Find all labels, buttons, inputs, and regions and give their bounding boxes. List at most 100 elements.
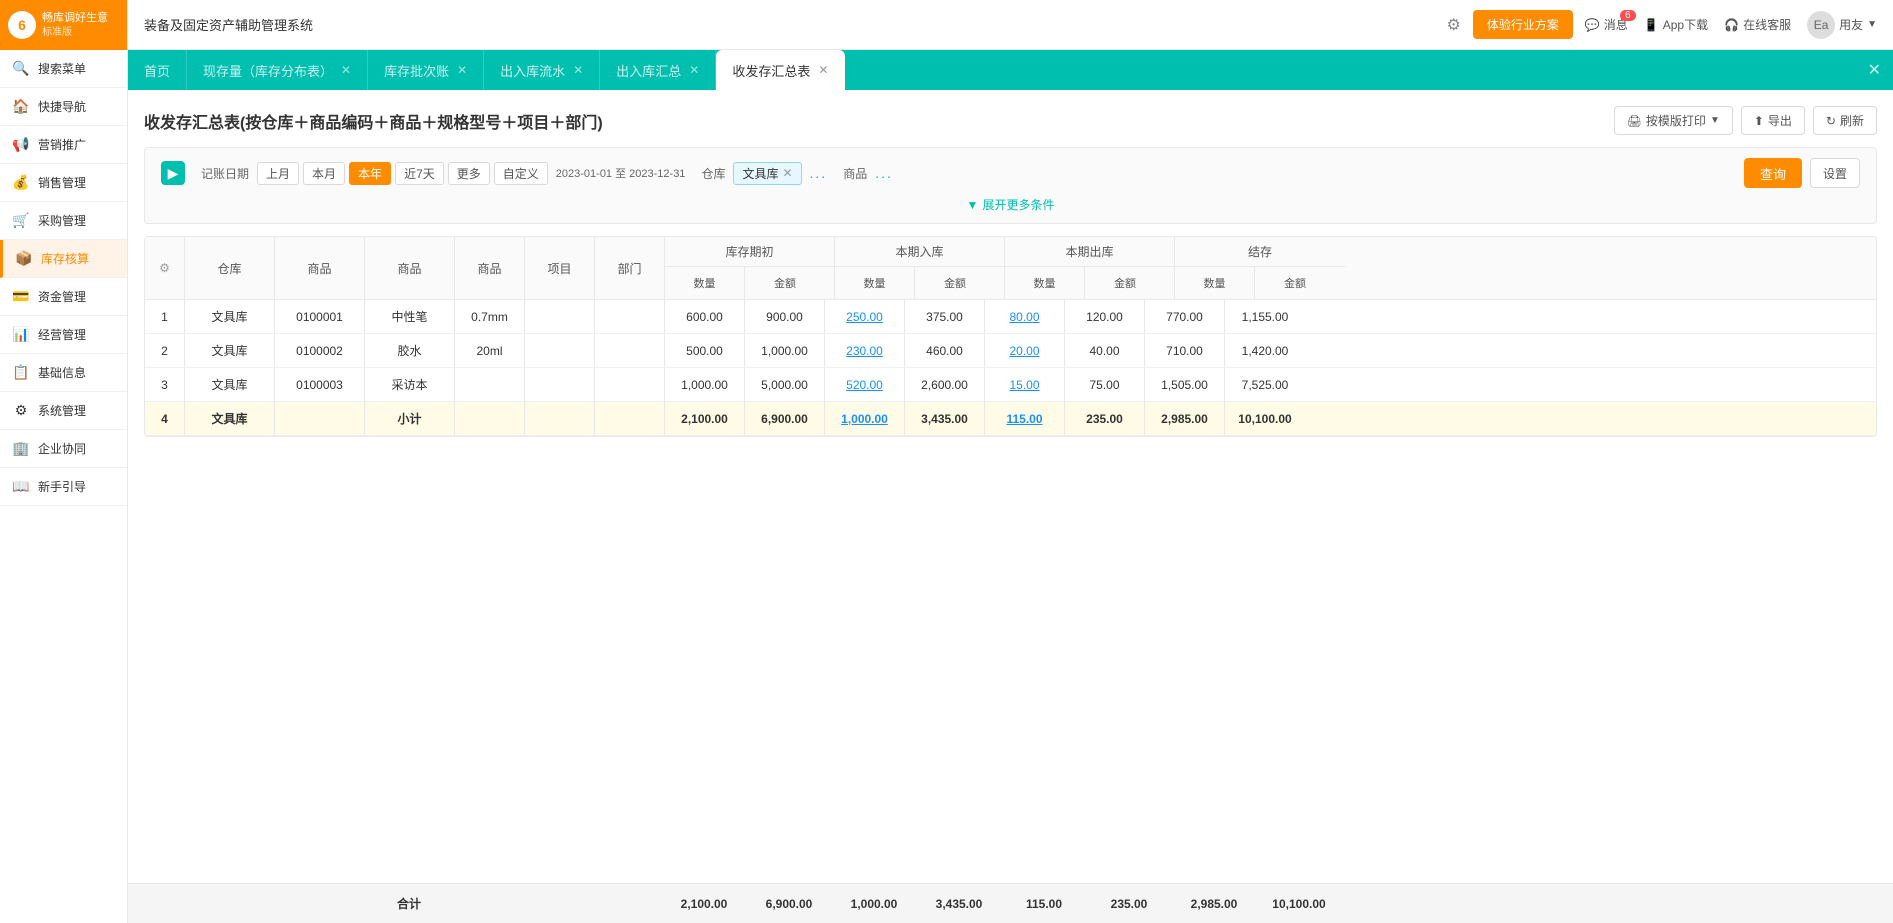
goods-ellipsis[interactable]: ... xyxy=(875,165,893,181)
td-warehouse: 文具库 xyxy=(185,368,275,401)
td-opening-qty: 1,000.00 xyxy=(665,368,745,401)
td-opening-qty: 2,100.00 xyxy=(665,402,745,435)
td-closing-qty: 1,505.00 xyxy=(1145,368,1225,401)
date-btn-more[interactable]: 更多 xyxy=(448,162,490,185)
sidebar-item-finance[interactable]: 💳 资金管理 xyxy=(0,278,127,316)
message-icon: 💬 xyxy=(1585,18,1600,32)
td-name: 胶水 xyxy=(365,334,455,367)
date-btn-this-year[interactable]: 本年 xyxy=(349,162,391,185)
finance-icon: 💳 xyxy=(12,288,30,305)
date-btn-last-month[interactable]: 上月 xyxy=(257,162,299,185)
th-code: 商品 xyxy=(275,237,365,299)
sidebar-item-enterprise[interactable]: 🏢 企业协同 xyxy=(0,430,127,468)
date-btn-this-month[interactable]: 本月 xyxy=(303,162,345,185)
tab-inventory-dist[interactable]: 现存量（库存分布表） ✕ xyxy=(187,50,368,90)
td-dept xyxy=(595,300,665,333)
filter-bar: ▶ 记账日期 上月 本月 本年 近7天 更多 自定义 2023-01-01 至 … xyxy=(144,147,1877,224)
th-out-group: 本期出库 xyxy=(1005,237,1174,267)
tab-close-batch-ledger[interactable]: ✕ xyxy=(457,63,467,77)
user-menu[interactable]: Ea 用友 ▼ xyxy=(1807,11,1877,39)
print-button[interactable]: 🖨 按模版打印 ▼ xyxy=(1614,106,1733,135)
warehouse-label: 仓库 xyxy=(701,165,725,182)
date-range: 2023-01-01 至 2023-12-31 xyxy=(556,165,686,181)
sidebar-item-guide[interactable]: 📖 新手引导 xyxy=(0,468,127,506)
sidebar-item-operation[interactable]: 📊 经营管理 xyxy=(0,316,127,354)
td-code: 0100003 xyxy=(275,368,365,401)
td-closing-amt: 1,155.00 xyxy=(1225,300,1305,333)
guide-icon: 📖 xyxy=(12,478,30,495)
td-out-qty[interactable]: 115.00 xyxy=(985,402,1065,435)
td-in-qty[interactable]: 230.00 xyxy=(825,334,905,367)
tabbar: 首页 现存量（库存分布表） ✕ 库存批次账 ✕ 出入库流水 ✕ 出入库汇总 ✕ … xyxy=(128,50,1893,90)
tab-inout-summary[interactable]: 出入库汇总 ✕ xyxy=(600,50,716,90)
filter-main-row: ▶ 记账日期 上月 本月 本年 近7天 更多 自定义 2023-01-01 至 … xyxy=(161,158,1860,188)
td-code: 0100002 xyxy=(275,334,365,367)
td-project xyxy=(525,300,595,333)
sidebar-item-marketing[interactable]: 📢 营销推广 xyxy=(0,126,127,164)
sidebar-item-purchase[interactable]: 🛒 采购管理 xyxy=(0,202,127,240)
online-service-button[interactable]: 🎧 在线客服 xyxy=(1724,16,1791,33)
td-out-qty[interactable]: 15.00 xyxy=(985,368,1065,401)
page-content: 收发存汇总表(按仓库＋商品编码＋商品＋规格型号＋项目＋部门) 🖨 按模版打印 ▼… xyxy=(128,90,1893,883)
warehouse-ellipsis[interactable]: ... xyxy=(810,165,828,181)
filter-toggle-button[interactable]: ▶ xyxy=(161,161,185,185)
sidebar-item-quick-nav[interactable]: 🏠 快捷导航 xyxy=(0,88,127,126)
td-closing-amt: 7,525.00 xyxy=(1225,368,1305,401)
tab-close-inout-flow[interactable]: ✕ xyxy=(573,63,583,77)
tab-home[interactable]: 首页 xyxy=(128,50,187,90)
sidebar-item-system[interactable]: ⚙ 系统管理 xyxy=(0,392,127,430)
footer-empty2 xyxy=(184,896,274,912)
query-button[interactable]: 查询 xyxy=(1744,158,1802,188)
td-index: 1 xyxy=(145,300,185,333)
td-warehouse: 文具库 xyxy=(185,402,275,435)
td-opening-amt: 6,900.00 xyxy=(745,402,825,435)
th-opening-amt: 金额 xyxy=(745,267,825,299)
td-out-amt: 75.00 xyxy=(1065,368,1145,401)
tab-inout-flow[interactable]: 出入库流水 ✕ xyxy=(484,50,600,90)
logo-icon: 6 xyxy=(8,11,36,39)
home-icon: 🏠 xyxy=(12,98,30,115)
td-in-qty[interactable]: 250.00 xyxy=(825,300,905,333)
sidebar-item-inventory[interactable]: 📦 库存核算 xyxy=(0,240,127,278)
td-in-qty[interactable]: 1,000.00 xyxy=(825,402,905,435)
td-out-qty[interactable]: 20.00 xyxy=(985,334,1065,367)
filter-expand-button[interactable]: ▼ 展开更多条件 xyxy=(967,196,1055,213)
sidebar-item-search-menu[interactable]: 🔍 搜索菜单 xyxy=(0,50,127,88)
table-settings-icon[interactable]: ⚙ xyxy=(145,237,185,299)
page-actions: 🖨 按模版打印 ▼ ⬆ 导出 ↻ 刷新 xyxy=(1614,106,1877,135)
tab-close-receive-send-summary[interactable]: ✕ xyxy=(818,63,828,77)
td-out-qty[interactable]: 80.00 xyxy=(985,300,1065,333)
td-in-qty[interactable]: 520.00 xyxy=(825,368,905,401)
settings-icon[interactable]: ⚙ xyxy=(1446,15,1460,35)
page-footer: 合计 2,100.00 6,900.00 1,000.00 3,435.00 1… xyxy=(128,883,1893,923)
tab-receive-send-summary[interactable]: 收发存汇总表 ✕ xyxy=(716,50,845,90)
filter-date-section: 记账日期 上月 本月 本年 近7天 更多 自定义 2023-01-01 至 20… xyxy=(201,162,685,185)
messages-badge: 6 xyxy=(1620,10,1636,21)
td-dept xyxy=(595,402,665,435)
tab-close-inout-summary[interactable]: ✕ xyxy=(689,63,699,77)
td-opening-qty: 500.00 xyxy=(665,334,745,367)
footer-empty1 xyxy=(144,896,184,912)
td-in-amt: 460.00 xyxy=(905,334,985,367)
th-project: 项目 xyxy=(525,237,595,299)
settings-button[interactable]: 设置 xyxy=(1810,158,1860,188)
sales-icon: 💰 xyxy=(12,174,30,191)
sidebar-item-sales[interactable]: 💰 销售管理 xyxy=(0,164,127,202)
export-button[interactable]: ⬆ 导出 xyxy=(1741,106,1805,135)
messages-button[interactable]: 💬 消息 6 xyxy=(1585,16,1628,33)
td-closing-qty: 770.00 xyxy=(1145,300,1225,333)
table-row: 1 文具库 0100001 中性笔 0.7mm 600.00 900.00 25… xyxy=(145,300,1876,334)
td-project xyxy=(525,402,595,435)
tab-close-all[interactable]: ✕ xyxy=(1856,60,1893,80)
warehouse-tag-close[interactable]: ✕ xyxy=(782,166,792,180)
printer-icon: 🖨 xyxy=(1627,114,1642,128)
tab-batch-ledger[interactable]: 库存批次账 ✕ xyxy=(368,50,484,90)
date-btn-7days[interactable]: 近7天 xyxy=(395,162,444,185)
th-closing-amt: 金额 xyxy=(1255,267,1335,299)
app-download-button[interactable]: 📱 App下载 xyxy=(1644,16,1708,33)
sidebar-item-basic-info[interactable]: 📋 基础信息 xyxy=(0,354,127,392)
tab-close-inventory-dist[interactable]: ✕ xyxy=(341,63,351,77)
trial-button[interactable]: 体验行业方案 xyxy=(1473,10,1573,39)
refresh-button[interactable]: ↻ 刷新 xyxy=(1813,106,1877,135)
date-btn-custom[interactable]: 自定义 xyxy=(494,162,548,185)
